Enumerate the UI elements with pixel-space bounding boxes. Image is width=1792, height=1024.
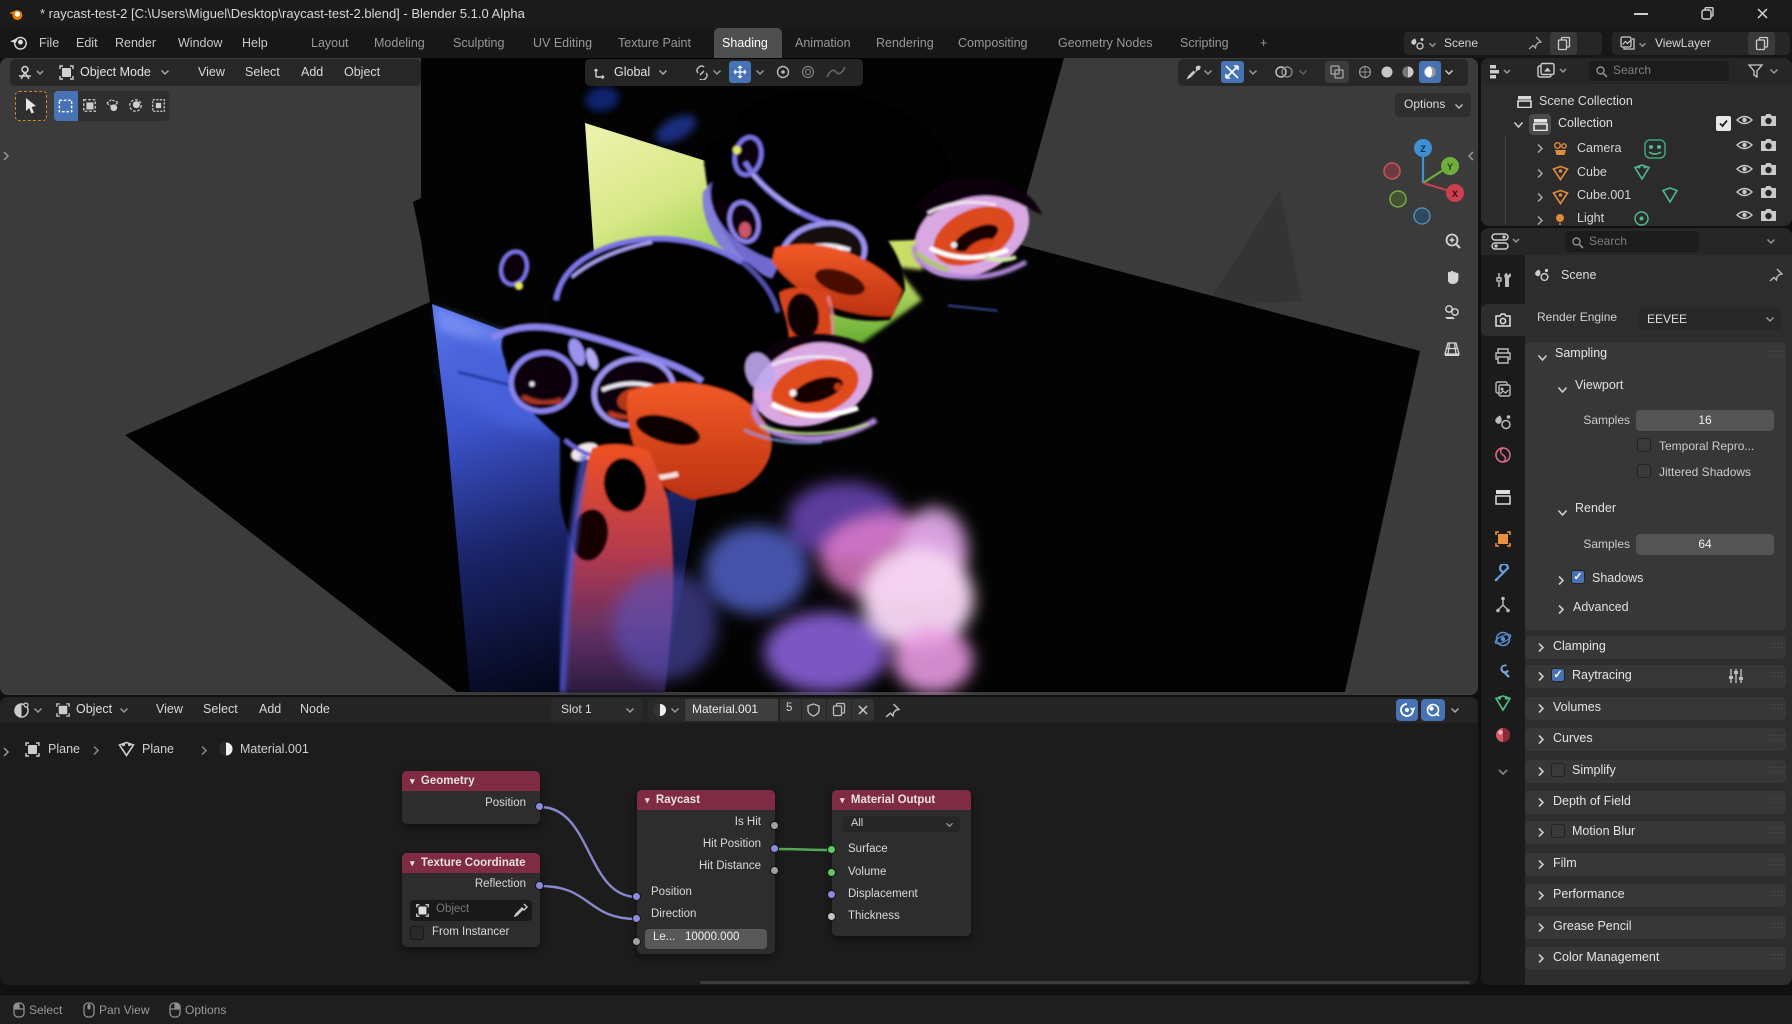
svg-text:X: X: [1452, 189, 1458, 199]
svg-text:Y: Y: [1447, 162, 1453, 172]
svg-text:Z: Z: [1420, 144, 1426, 154]
